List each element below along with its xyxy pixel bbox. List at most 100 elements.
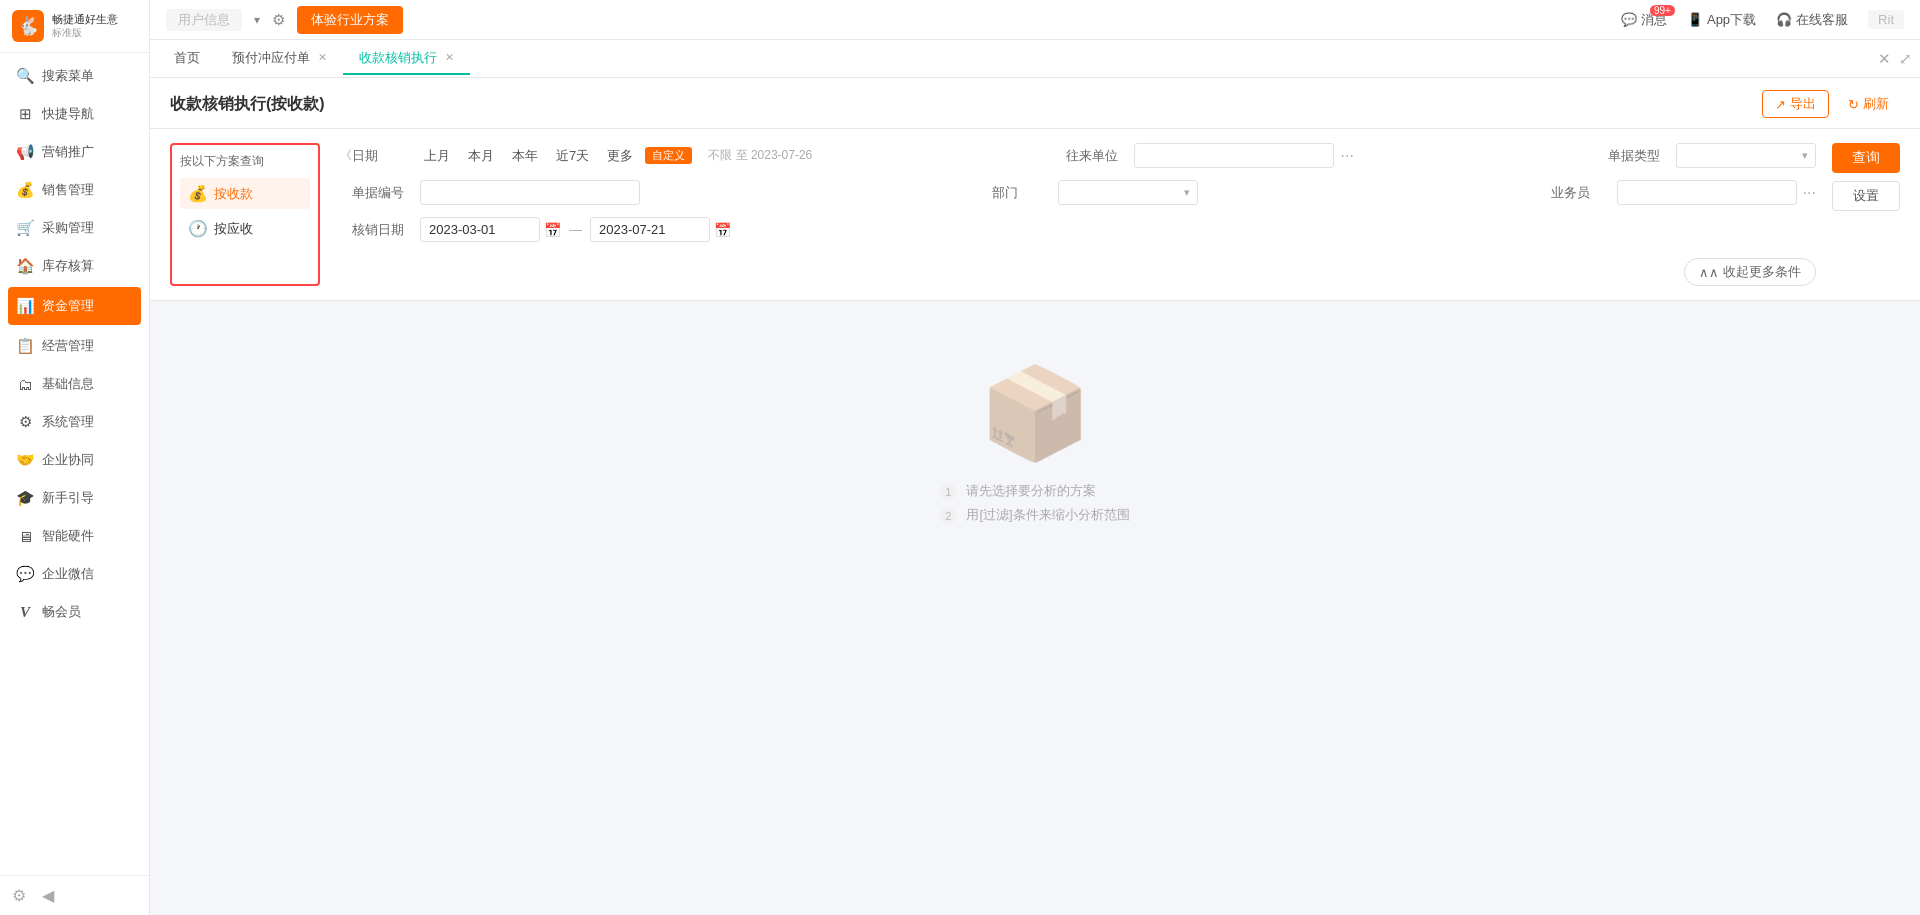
sidebar-item-guide[interactable]: 🎓 新手引导	[0, 479, 149, 517]
verify-date-start-cal[interactable]: 📅	[544, 222, 561, 238]
app-name: 畅捷通好生意	[52, 12, 118, 26]
weixin-icon: 💬	[16, 565, 34, 583]
app-logo-icon: 🐇	[12, 10, 44, 42]
date-last-month[interactable]: 上月	[418, 145, 456, 167]
counterparty-dots[interactable]: ···	[1340, 147, 1353, 165]
service-icon: 🎧	[1776, 12, 1792, 27]
sidebar-item-search-menu[interactable]: 🔍 搜索菜单	[0, 57, 149, 95]
date-this-year[interactable]: 本年	[506, 145, 544, 167]
export-icon: ↗	[1775, 97, 1786, 112]
date-7days[interactable]: 近7天	[550, 145, 595, 167]
empty-hint-2: 2 用[过滤]条件来缩小分析范围	[940, 506, 1129, 524]
tab-home[interactable]: 首页	[158, 43, 216, 75]
search-menu-icon: 🔍	[16, 67, 34, 85]
page-title: 收款核销执行(按收款)	[170, 94, 325, 115]
query-type-by-receipt[interactable]: 💰 按收款	[180, 178, 310, 209]
tab-receipt-verify-close[interactable]: ✕	[445, 51, 454, 64]
quick-nav-icon: ⊞	[16, 105, 34, 123]
counterparty-input[interactable]	[1134, 143, 1334, 168]
sidebar-item-system[interactable]: ⚙ 系统管理	[0, 403, 149, 441]
collapse-more-btn[interactable]: ∧∧ 收起更多条件	[1684, 258, 1816, 286]
staff-input[interactable]	[1617, 180, 1797, 205]
sidebar-item-quick-nav[interactable]: ⊞ 快捷导航	[0, 95, 149, 133]
tab-bar: 首页 预付冲应付单 ✕ 收款核销执行 ✕ ✕ ⤢	[150, 40, 1920, 78]
sidebar-item-operation[interactable]: 📋 经营管理	[0, 327, 149, 365]
filter-right: 日期 上月 本月 本年 近7天 更多 自定义 不限 至 2023-07-26 往…	[352, 143, 1816, 286]
header-right: 💬 消息 99+ 📱 App下载 🎧 在线客服 Rit	[1621, 10, 1904, 29]
sidebar-item-smart-hw[interactable]: 🖥 智能硬件	[0, 517, 149, 555]
top-header: 用户信息 ▾ ⚙ 体验行业方案 💬 消息 99+ 📱 App下载 🎧 在线客服 …	[150, 0, 1920, 40]
query-type-by-receivable[interactable]: 🕐 按应收	[180, 213, 310, 244]
industry-btn[interactable]: 体验行业方案	[297, 6, 403, 34]
doc-num-input[interactable]	[420, 180, 640, 205]
verify-date-end-group: 📅	[590, 217, 731, 242]
page-header: 收款核销执行(按收款) ↗ 导出 ↻ 刷新	[150, 78, 1920, 129]
main-area: 用户信息 ▾ ⚙ 体验行业方案 💬 消息 99+ 📱 App下载 🎧 在线客服 …	[150, 0, 1920, 915]
sidebar-collapse-icon[interactable]: ◀	[42, 886, 54, 905]
receipt-icon: 💰	[188, 184, 208, 203]
header-dropdown-icon[interactable]: ▾	[254, 13, 260, 27]
sidebar-item-capital[interactable]: 📊 资金管理	[8, 287, 141, 325]
date-custom-badge[interactable]: 自定义	[645, 147, 692, 164]
tab-close-all-icon[interactable]: ✕	[1878, 50, 1891, 68]
collapse-up-icon: ∧∧	[1699, 265, 1719, 280]
verify-date-start[interactable]	[420, 217, 540, 242]
filter-row-1: 日期 上月 本月 本年 近7天 更多 自定义 不限 至 2023-07-26 往…	[352, 143, 1816, 168]
header-gear-icon[interactable]: ⚙	[272, 11, 285, 29]
header-app-download[interactable]: 📱 App下载	[1687, 11, 1756, 29]
dept-select[interactable]	[1058, 180, 1198, 205]
query-button[interactable]: 查询	[1832, 143, 1900, 173]
sidebar-bottom: ⚙ ◀	[0, 875, 149, 915]
verify-date-end[interactable]	[590, 217, 710, 242]
sidebar-item-enterprise[interactable]: 🤝 企业协同	[0, 441, 149, 479]
basic-info-icon: 🗂	[16, 376, 34, 393]
staff-dots[interactable]: ···	[1803, 184, 1816, 202]
verify-date-end-cal[interactable]: 📅	[714, 222, 731, 238]
date-more[interactable]: 更多	[601, 145, 639, 167]
sidebar-item-member[interactable]: V 畅会员	[0, 593, 149, 631]
panel-collapse-btn[interactable]: 《	[340, 147, 352, 164]
doc-num-label: 单据编号	[352, 184, 404, 202]
staff-label: 业务员	[1551, 184, 1601, 202]
action-col: 查询 设置	[1832, 143, 1900, 286]
sidebar-item-marketing[interactable]: 📢 营销推广	[0, 133, 149, 171]
sidebar-item-sales[interactable]: 💰 销售管理	[0, 171, 149, 209]
date-range-dash: —	[569, 222, 582, 237]
enterprise-icon: 🤝	[16, 451, 34, 469]
filter-area: 按以下方案查询 💰 按收款 🕐 按应收 《 日期	[150, 129, 1920, 301]
export-button[interactable]: ↗ 导出	[1762, 90, 1829, 118]
sidebar-item-basic-info[interactable]: 🗂 基础信息	[0, 365, 149, 403]
counterparty-input-group: ···	[1134, 143, 1353, 168]
sidebar: 🐇 畅捷通好生意 标准版 🔍 搜索菜单 ⊞ 快捷导航 📢 营销推广 💰 销售管理…	[0, 0, 150, 915]
sidebar-item-purchase[interactable]: 🛒 采购管理	[0, 209, 149, 247]
tab-expand-icon[interactable]: ⤢	[1899, 50, 1912, 68]
marketing-icon: 📢	[16, 143, 34, 161]
system-icon: ⚙	[16, 413, 34, 431]
page-content: 收款核销执行(按收款) ↗ 导出 ↻ 刷新 按以下方案查询 💰 按收款	[150, 78, 1920, 915]
sidebar-settings-icon[interactable]: ⚙	[12, 886, 26, 905]
sidebar-item-weixin[interactable]: 💬 企业微信	[0, 555, 149, 593]
refresh-button[interactable]: ↻ 刷新	[1837, 90, 1900, 118]
empty-illustration: 📦	[979, 361, 1091, 466]
dept-select-group: ▾	[1058, 180, 1198, 205]
date-hint: 不限 至 2023-07-26	[708, 147, 812, 164]
tab-prepay[interactable]: 预付冲应付单 ✕	[216, 43, 343, 75]
date-label: 日期	[352, 147, 402, 165]
page-header-actions: ↗ 导出 ↻ 刷新	[1762, 90, 1900, 118]
date-this-month[interactable]: 本月	[462, 145, 500, 167]
header-msg[interactable]: 💬 消息 99+	[1621, 11, 1667, 29]
doc-type-select[interactable]	[1676, 143, 1816, 168]
operation-icon: 📋	[16, 337, 34, 355]
settings-button[interactable]: 设置	[1832, 181, 1900, 211]
member-icon: V	[16, 604, 34, 621]
sidebar-item-inventory[interactable]: 🏠 库存核算	[0, 247, 149, 285]
receivable-icon: 🕐	[188, 219, 208, 238]
refresh-icon: ↻	[1848, 97, 1859, 112]
tab-prepay-close[interactable]: ✕	[318, 51, 327, 64]
header-online-service[interactable]: 🎧 在线客服	[1776, 11, 1848, 29]
empty-hint-1: 1 请先选择要分析的方案	[940, 482, 1096, 500]
sidebar-logo: 🐇 畅捷通好生意 标准版	[0, 0, 149, 53]
tab-receipt-verify[interactable]: 收款核销执行 ✕	[343, 43, 470, 75]
purchase-icon: 🛒	[16, 219, 34, 237]
header-user-display: Rit	[1868, 10, 1904, 29]
